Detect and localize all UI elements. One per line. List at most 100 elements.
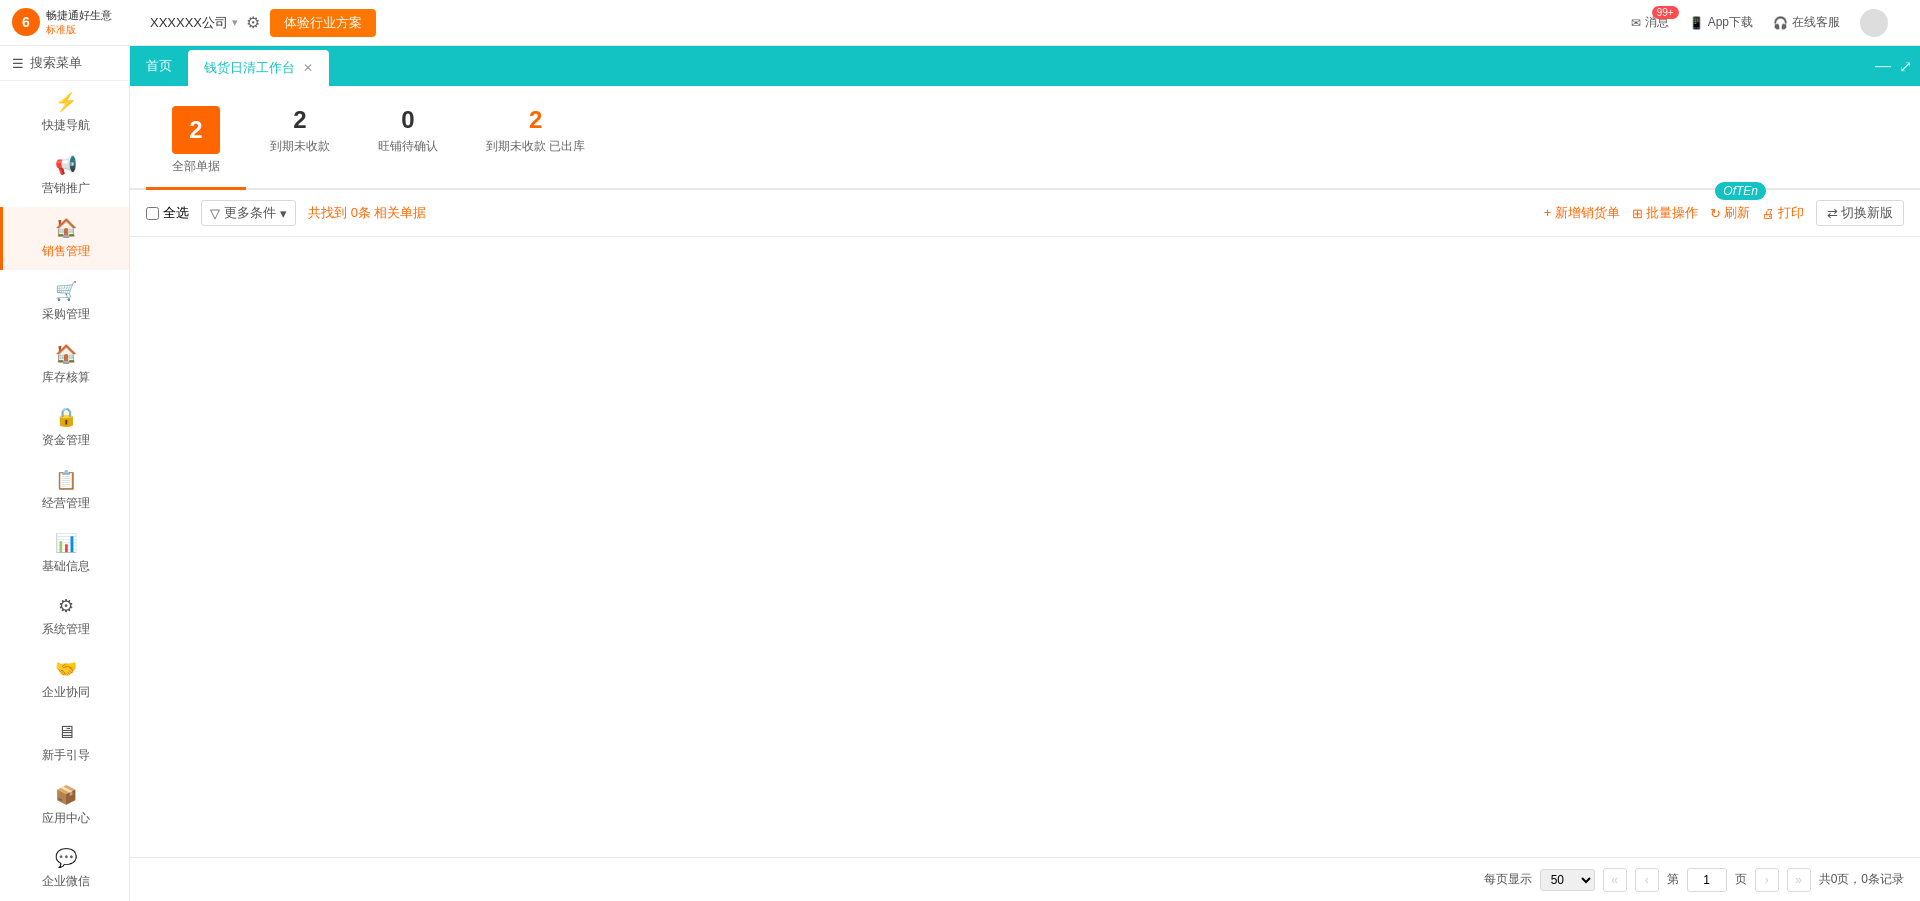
sidebar-item-inventory[interactable]: 🏠 库存核算 — [0, 333, 129, 396]
add-order-button[interactable]: + 新增销货单 — [1544, 204, 1620, 222]
avatar[interactable] — [1860, 9, 1888, 37]
app-header: 6 畅捷通好生意 标准版 XXXXXX公司 ▾ ⚙ 体验行业方案 ✉ 消息 99… — [0, 0, 1920, 46]
quick-nav-icon: ⚡ — [55, 91, 77, 113]
company-selector[interactable]: XXXXXX公司 ▾ — [150, 14, 238, 32]
tab-bar-actions: — ⤢ — [1875, 57, 1920, 76]
count-unit: 条 相关单据 — [358, 205, 427, 220]
filter-icon: ▽ — [210, 206, 220, 221]
per-page-select[interactable]: 50 100 200 — [1540, 869, 1595, 891]
logo-subtitle: 标准版 — [46, 23, 112, 37]
sidebar-item-sales[interactable]: 🏠 销售管理 — [0, 207, 129, 270]
appstore-icon: 📦 — [55, 784, 77, 806]
stat-tab-overdue-shipped[interactable]: 2 到期未收款 已出库 — [462, 98, 609, 190]
search-menu[interactable]: ☰ 搜索菜单 — [0, 46, 129, 81]
sidebar-label-operation: 经营管理 — [42, 495, 90, 512]
page-content: 2 全部单据 2 到期未收款 0 旺铺待确认 2 到期未收款 已出库 — [130, 86, 1920, 901]
tab-expand-icon[interactable]: ⤢ — [1899, 57, 1912, 76]
tab-home[interactable]: 首页 — [130, 46, 188, 86]
sidebar-item-system[interactable]: ⚙ 系统管理 — [0, 585, 129, 648]
app-download-button[interactable]: 📱 App下载 — [1689, 14, 1753, 31]
result-count: 共找到 0条 相关单据 — [308, 204, 426, 222]
online-service-button[interactable]: 🎧 在线客服 — [1773, 14, 1840, 31]
logo: 6 畅捷通好生意 标准版 — [12, 8, 142, 36]
sidebar-item-basic[interactable]: 📊 基础信息 — [0, 522, 129, 585]
toolbar-right: + 新增销货单 ⊞ 批量操作 ↻ 刷新 🖨 打印 ⇄ — [1544, 200, 1904, 226]
last-page-button[interactable]: » — [1787, 868, 1811, 892]
sidebar-label-system: 系统管理 — [42, 621, 90, 638]
logo-text-block: 畅捷通好生意 标准版 — [46, 8, 112, 36]
sidebar-item-marketing[interactable]: 📢 营销推广 — [0, 144, 129, 207]
wechat-icon: 💬 — [55, 847, 77, 869]
tab-minimize-icon[interactable]: — — [1875, 57, 1891, 75]
first-page-button[interactable]: « — [1603, 868, 1627, 892]
filter-arrow-icon: ▾ — [280, 206, 287, 221]
stat-tab-all[interactable]: 2 全部单据 — [146, 98, 246, 190]
sidebar-item-quick-nav[interactable]: ⚡ 快捷导航 — [0, 81, 129, 144]
logo-title: 畅捷通好生意 — [46, 8, 112, 22]
sidebar-label-appstore: 应用中心 — [42, 810, 90, 827]
refresh-label: 刷新 — [1724, 204, 1750, 222]
sidebar: ☰ 搜索菜单 ⚡ 快捷导航 📢 营销推广 🏠 销售管理 🛒 采购管理 🏠 库存核… — [0, 46, 130, 901]
stats-bar: 2 全部单据 2 到期未收款 0 旺铺待确认 2 到期未收款 已出库 — [130, 86, 1920, 190]
sidebar-label-sales: 销售管理 — [42, 243, 90, 260]
message-button[interactable]: ✉ 消息 99+ — [1631, 14, 1669, 31]
next-page-button[interactable]: › — [1755, 868, 1779, 892]
page-input[interactable] — [1687, 868, 1727, 892]
stat-tab-wangwang[interactable]: 0 旺铺待确认 — [354, 98, 462, 190]
sidebar-item-appstore[interactable]: 📦 应用中心 — [0, 774, 129, 837]
settings-icon[interactable]: ⚙ — [246, 13, 260, 32]
table-area — [130, 237, 1920, 857]
tab-workbench-label: 钱货日清工作台 — [204, 59, 295, 77]
often-badge: OfTEn — [1715, 182, 1766, 200]
search-icon: ☰ — [12, 56, 24, 71]
sidebar-item-operation[interactable]: 📋 经营管理 — [0, 459, 129, 522]
sidebar-label-guide: 新手引导 — [42, 747, 90, 764]
logo-icon: 6 — [12, 8, 40, 36]
operation-icon: 📋 — [55, 469, 77, 491]
select-all-input[interactable] — [146, 207, 159, 220]
system-icon: ⚙ — [55, 595, 77, 617]
basic-icon: 📊 — [55, 532, 77, 554]
print-label: 打印 — [1778, 204, 1804, 222]
sidebar-label-quick-nav: 快捷导航 — [42, 117, 90, 134]
select-all-checkbox[interactable]: 全选 — [146, 204, 189, 222]
sidebar-label-basic: 基础信息 — [42, 558, 90, 575]
stat-count-wangwang: 0 — [378, 106, 438, 134]
header-right: ✉ 消息 99+ 📱 App下载 🎧 在线客服 — [1631, 9, 1908, 37]
tab-close-icon[interactable]: ✕ — [303, 61, 313, 75]
filter-button[interactable]: ▽ 更多条件 ▾ — [201, 200, 296, 226]
trial-button[interactable]: 体验行业方案 — [270, 9, 376, 37]
refresh-icon: ↻ — [1710, 206, 1721, 221]
purchase-icon: 🛒 — [55, 280, 77, 302]
main-layout: ☰ 搜索菜单 ⚡ 快捷导航 📢 营销推广 🏠 销售管理 🛒 采购管理 🏠 库存核… — [0, 46, 1920, 901]
guide-icon: 🖥 — [55, 721, 77, 743]
tab-workbench[interactable]: 钱货日清工作台 ✕ — [188, 50, 329, 86]
stat-count-all: 2 — [172, 106, 220, 154]
filter-label: 更多条件 — [224, 204, 276, 222]
per-page-label: 每页显示 — [1484, 871, 1532, 888]
stat-tab-overdue[interactable]: 2 到期未收款 — [246, 98, 354, 190]
sidebar-item-finance[interactable]: 🔒 资金管理 — [0, 396, 129, 459]
sidebar-item-corp[interactable]: 🤝 企业协同 — [0, 648, 129, 711]
sidebar-label-inventory: 库存核算 — [42, 369, 90, 386]
message-icon: ✉ — [1631, 16, 1641, 30]
page-suffix: 页 — [1735, 871, 1747, 888]
inventory-icon: 🏠 — [55, 343, 77, 365]
page-label: 第 — [1667, 871, 1679, 888]
sidebar-label-corp: 企业协同 — [42, 684, 90, 701]
refresh-button[interactable]: ↻ 刷新 — [1710, 204, 1750, 222]
batch-button[interactable]: ⊞ 批量操作 — [1632, 204, 1698, 222]
print-button[interactable]: 🖨 打印 — [1762, 204, 1804, 222]
prev-page-button[interactable]: ‹ — [1635, 868, 1659, 892]
sidebar-item-purchase[interactable]: 🛒 采购管理 — [0, 270, 129, 333]
sidebar-item-guide[interactable]: 🖥 新手引导 — [0, 711, 129, 774]
sidebar-label-wechat: 企业微信 — [42, 873, 90, 890]
search-menu-label: 搜索菜单 — [30, 54, 82, 72]
count-prefix: 共找到 — [308, 205, 347, 220]
tab-bar: 首页 钱货日清工作台 ✕ — ⤢ — [130, 46, 1920, 86]
stat-count-overdue-shipped: 2 — [486, 106, 585, 134]
service-icon: 🎧 — [1773, 16, 1788, 30]
switch-version-button[interactable]: ⇄ 切换新版 — [1816, 200, 1904, 226]
sidebar-item-wechat[interactable]: 💬 企业微信 — [0, 837, 129, 900]
count-value: 0 — [351, 205, 358, 220]
